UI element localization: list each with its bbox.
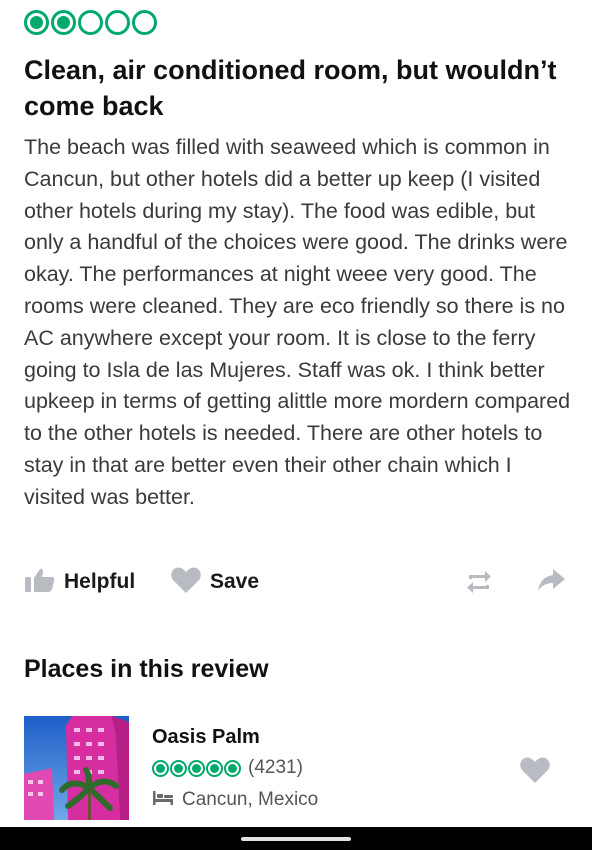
rating-bubble-filled <box>51 10 76 35</box>
rating-bubble-filled <box>206 759 223 777</box>
review-title: Clean, air conditioned room, but wouldn’… <box>24 55 557 121</box>
rating-bubble-empty <box>105 10 130 35</box>
review-count: (4231) <box>248 757 303 778</box>
hotel-photo[interactable] <box>24 716 129 820</box>
location-text: Cancun, Mexico <box>182 789 319 810</box>
rating-bubble-filled <box>188 759 205 777</box>
places-section-title: Places in this review <box>24 655 269 683</box>
repost-icon[interactable] <box>464 567 494 602</box>
helpful-button[interactable]: Helpful <box>24 565 135 599</box>
review-body: The beach was filled with seaweed which … <box>24 135 571 509</box>
place-name[interactable]: Oasis Palm <box>152 726 260 749</box>
system-navigation-bar <box>0 827 592 850</box>
rating-bubble-filled <box>24 10 49 35</box>
share-arrow-icon[interactable] <box>536 567 566 600</box>
home-gesture-handle[interactable] <box>241 837 351 841</box>
rating-bubble-empty <box>132 10 157 35</box>
save-place-heart-icon[interactable] <box>518 756 552 789</box>
review-actions: Helpful Save <box>24 565 572 599</box>
save-label: Save <box>210 570 260 593</box>
rating-bubble-filled <box>170 759 187 777</box>
save-review-button[interactable]: Save <box>170 565 259 599</box>
rating-bubble-filled <box>224 759 241 777</box>
place-location: Cancun, Mexico <box>152 789 318 811</box>
helpful-label: Helpful <box>64 570 136 593</box>
bed-icon <box>152 790 174 811</box>
review-rating-bubbles <box>24 10 157 35</box>
place-rating: (4231) <box>152 757 303 779</box>
thumbs-up-icon <box>24 567 56 598</box>
rating-bubble-filled <box>152 759 169 777</box>
heart-icon <box>170 566 202 599</box>
rating-bubble-empty <box>78 10 103 35</box>
place-card[interactable]: Oasis Palm (4231) Cancun, Mexico <box>24 716 572 820</box>
